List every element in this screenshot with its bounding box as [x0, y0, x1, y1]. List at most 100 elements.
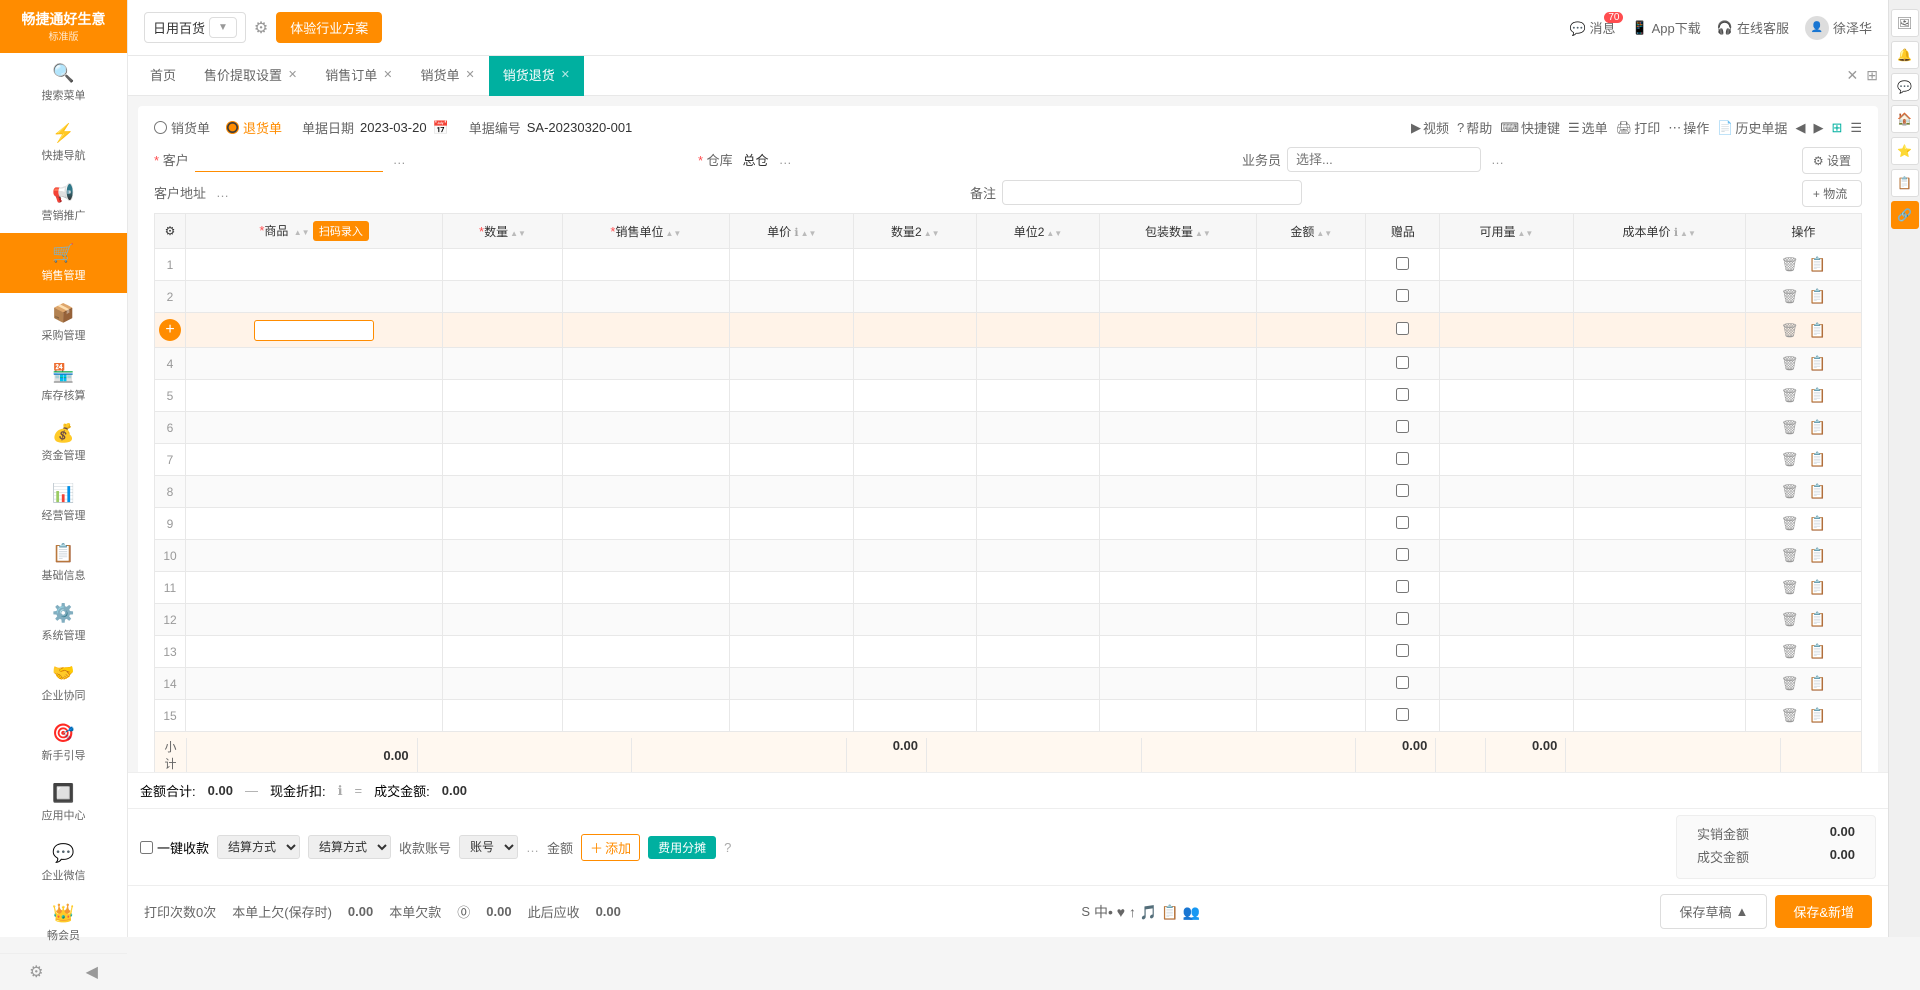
costprice-cell[interactable]	[1573, 636, 1745, 668]
right-panel-img-btn[interactable]: 🖼	[1891, 9, 1919, 37]
sidebar-settings-icon[interactable]: ⚙	[29, 962, 43, 982]
copy-row-button[interactable]: 📋	[1807, 547, 1828, 564]
copy-row-button[interactable]: 📋	[1807, 322, 1828, 339]
qty-cell[interactable]	[443, 444, 562, 476]
price-cell[interactable]	[730, 604, 854, 636]
pkgqty-cell[interactable]	[1099, 508, 1256, 540]
available-cell[interactable]	[1440, 636, 1573, 668]
amount-cell[interactable]	[1257, 281, 1366, 313]
unit2-sort-icon[interactable]: ▲▼	[1046, 230, 1062, 238]
qty-cell[interactable]	[443, 572, 562, 604]
price-cell[interactable]	[730, 636, 854, 668]
amount-cell[interactable]	[1257, 508, 1366, 540]
gift-cell[interactable]	[1366, 668, 1440, 700]
price-cell[interactable]	[730, 508, 854, 540]
sidebar-item-finance[interactable]: 💰 资金管理	[0, 413, 127, 473]
tab-price-extract[interactable]: 售价提取设置 ✕	[190, 56, 311, 96]
costprice-cell[interactable]	[1573, 412, 1745, 444]
price-cell[interactable]	[730, 249, 854, 281]
delete-row-button[interactable]: 🗑	[1779, 611, 1801, 628]
unit2-cell[interactable]	[977, 540, 1100, 572]
pkgqty-cell[interactable]	[1099, 668, 1256, 700]
available-cell[interactable]	[1440, 572, 1573, 604]
toolbar-print[interactable]: 🖨 打印	[1616, 118, 1661, 137]
product-cell[interactable]	[186, 636, 443, 668]
delete-row-button[interactable]: 🗑	[1779, 643, 1801, 660]
expand-tabs-button[interactable]: ⊞	[1864, 65, 1880, 86]
warehouse-more-icon[interactable]: …	[779, 152, 792, 167]
product-cell[interactable]	[186, 476, 443, 508]
sidebar-item-shortcut[interactable]: ⚡ 快捷导航	[0, 113, 127, 173]
amount-cell[interactable]	[1257, 540, 1366, 572]
gift-checkbox[interactable]	[1396, 484, 1409, 497]
qty-cell[interactable]	[443, 380, 562, 412]
costprice-cell[interactable]	[1573, 476, 1745, 508]
right-panel-active-btn[interactable]: 🔗	[1891, 201, 1919, 229]
delete-row-button[interactable]: 🗑	[1779, 355, 1801, 372]
gift-cell[interactable]	[1366, 540, 1440, 572]
gift-cell[interactable]	[1366, 476, 1440, 508]
message-area[interactable]: 💬 70 消息	[1570, 18, 1616, 37]
gift-checkbox[interactable]	[1396, 257, 1409, 270]
copy-row-button[interactable]: 📋	[1807, 256, 1828, 273]
product-cell[interactable]	[186, 572, 443, 604]
gift-cell[interactable]	[1366, 281, 1440, 313]
qty-cell[interactable]	[443, 281, 562, 313]
staff-input[interactable]	[1287, 147, 1481, 172]
product-cell[interactable]	[186, 604, 443, 636]
qty2-cell[interactable]	[854, 348, 977, 380]
unit2-cell[interactable]	[977, 604, 1100, 636]
costprice-cell[interactable]	[1573, 508, 1745, 540]
toolbar-grid-view[interactable]: ⊞	[1831, 120, 1842, 136]
price-cell[interactable]	[730, 348, 854, 380]
settings-button[interactable]: ⚙ 设置	[1802, 147, 1862, 174]
save-new-button[interactable]: 保存&新增	[1775, 895, 1872, 928]
gift-cell[interactable]	[1366, 313, 1440, 348]
toolbar-operation[interactable]: ⋯ 操作	[1668, 118, 1709, 137]
unit2-cell[interactable]	[977, 412, 1100, 444]
online-service-link[interactable]: 🎧 在线客服	[1717, 18, 1789, 37]
costprice-cell[interactable]	[1573, 540, 1745, 572]
copy-row-button[interactable]: 📋	[1807, 611, 1828, 628]
sidebar-item-search[interactable]: 🔍 搜索菜单	[0, 53, 127, 113]
sidebar-item-enterprise[interactable]: 🤝 企业协同	[0, 653, 127, 713]
tab-sales-order[interactable]: 销售订单 ✕	[311, 56, 406, 96]
gift-checkbox[interactable]	[1396, 322, 1409, 335]
unit-cell[interactable]	[562, 249, 729, 281]
amount-cell[interactable]	[1257, 412, 1366, 444]
qty-cell[interactable]	[443, 348, 562, 380]
delete-row-button[interactable]: 🗑	[1779, 419, 1801, 436]
copy-row-button[interactable]: 📋	[1807, 675, 1828, 692]
unit-cell[interactable]	[562, 412, 729, 444]
right-panel-chat-btn[interactable]: 💬	[1891, 73, 1919, 101]
unit-cell[interactable]	[562, 348, 729, 380]
sidebar-item-wechat[interactable]: 💬 企业微信	[0, 833, 127, 893]
right-panel-star-btn[interactable]: ⭐	[1891, 137, 1919, 165]
unit2-cell[interactable]	[977, 636, 1100, 668]
gift-checkbox[interactable]	[1396, 356, 1409, 369]
unit-cell[interactable]	[562, 380, 729, 412]
toolbar-help[interactable]: ? 帮助	[1457, 118, 1492, 137]
customer-more-icon[interactable]: …	[393, 152, 406, 167]
copy-row-button[interactable]: 📋	[1807, 355, 1828, 372]
radio-sales-goods-input[interactable]	[154, 121, 167, 134]
pkgqty-cell[interactable]	[1099, 444, 1256, 476]
tab-sales-goods[interactable]: 销货单 ✕	[406, 56, 488, 96]
copy-row-button[interactable]: 📋	[1807, 643, 1828, 660]
sidebar-collapse-icon[interactable]: ◀	[86, 962, 98, 982]
product-cell[interactable]	[186, 668, 443, 700]
pkgqty-cell[interactable]	[1099, 249, 1256, 281]
calendar-icon[interactable]: 📅	[433, 120, 449, 136]
copy-row-button[interactable]: 📋	[1807, 451, 1828, 468]
costprice-cell[interactable]	[1573, 313, 1745, 348]
costprice-cell[interactable]	[1573, 572, 1745, 604]
sidebar-item-purchase[interactable]: 📦 采购管理	[0, 293, 127, 353]
qty-cell[interactable]	[443, 604, 562, 636]
one-click-payment-checkbox[interactable]: 一键收款	[140, 838, 209, 857]
costprice-cell[interactable]	[1573, 700, 1745, 732]
delete-row-button[interactable]: 🗑	[1779, 451, 1801, 468]
unit2-cell[interactable]	[977, 281, 1100, 313]
gift-checkbox[interactable]	[1396, 676, 1409, 689]
sidebar-item-apps[interactable]: 🔲 应用中心	[0, 773, 127, 833]
unit2-cell[interactable]	[977, 380, 1100, 412]
